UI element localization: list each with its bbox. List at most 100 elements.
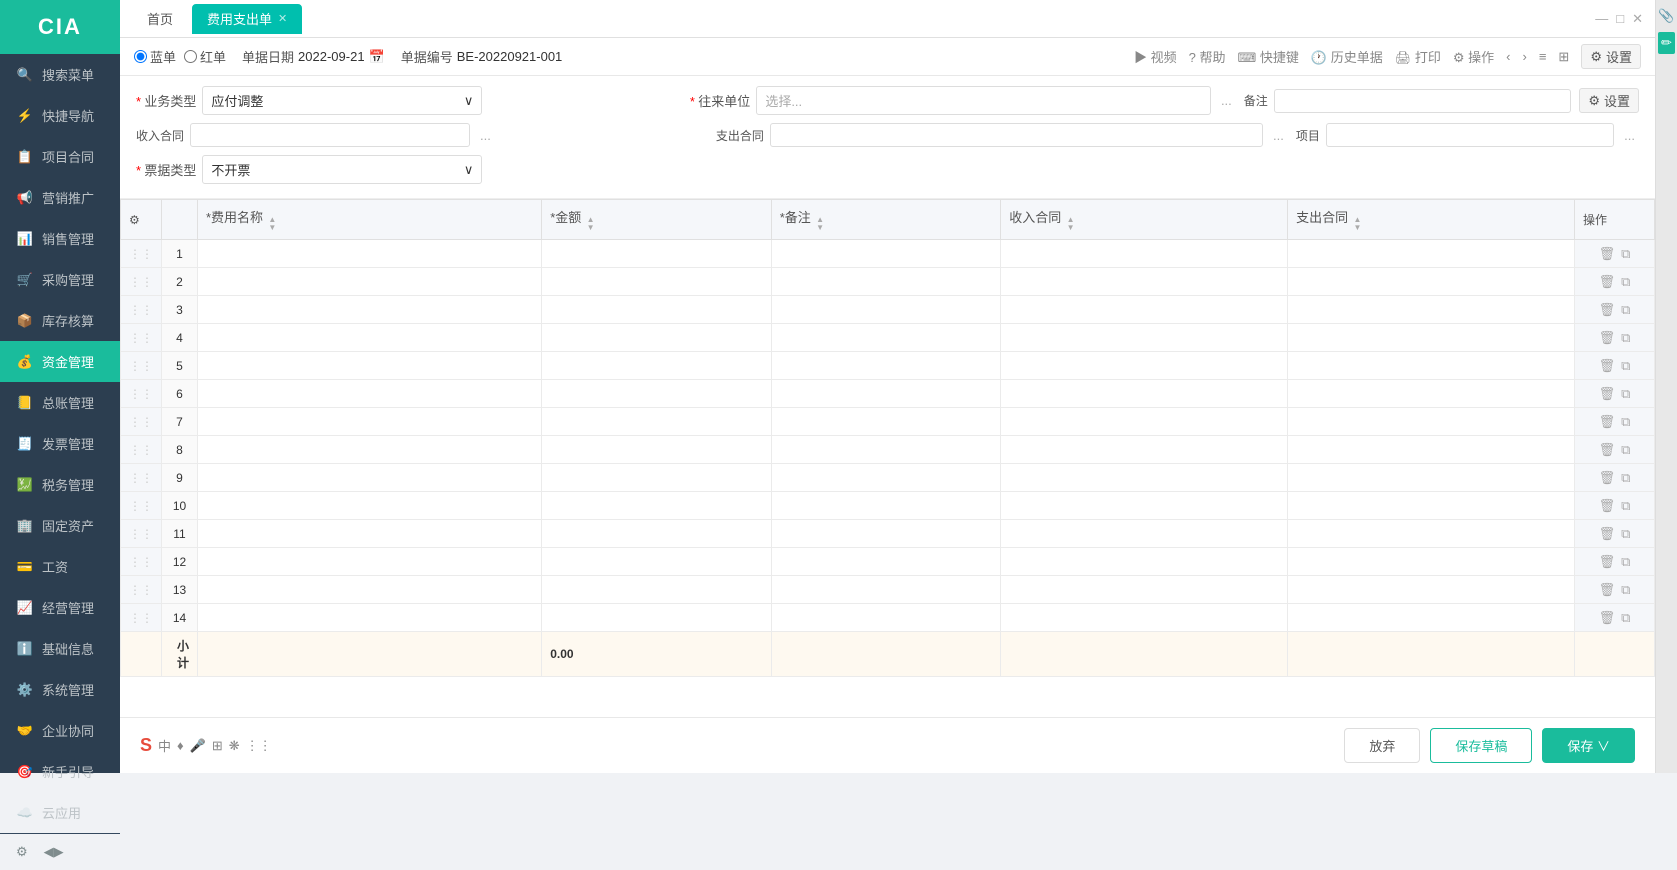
row-delete-14[interactable]: 🗑 (1599, 610, 1616, 626)
prev-btn[interactable]: ‹ (1506, 49, 1510, 64)
row-delete-9[interactable]: 🗑 (1599, 470, 1616, 486)
radio-blue-input[interactable] (134, 50, 147, 63)
row-expense-10[interactable] (1288, 492, 1575, 520)
row-drag-5[interactable]: ⋮⋮ (121, 352, 162, 380)
row-note-8[interactable] (771, 436, 1001, 464)
th-name[interactable]: *费用名称 ▲▼ (198, 200, 542, 240)
sidebar-item-总账管理[interactable]: 📒总账管理 (0, 382, 120, 423)
row-income-9[interactable] (1001, 464, 1288, 492)
row-delete-6[interactable]: 🗑 (1599, 386, 1616, 402)
window-minimize[interactable]: — (1595, 11, 1608, 27)
row-expense-11[interactable] (1288, 520, 1575, 548)
th-expense[interactable]: 支出合同 ▲▼ (1288, 200, 1575, 240)
row-delete-3[interactable]: 🗑 (1599, 302, 1616, 318)
row-income-7[interactable] (1001, 408, 1288, 436)
row-income-10[interactable] (1001, 492, 1288, 520)
sort-name-icon[interactable]: ▲▼ (268, 216, 276, 232)
print-btn[interactable]: 🖨 打印 (1395, 47, 1441, 66)
save-draft-button[interactable]: 保存草稿 (1430, 728, 1532, 763)
row-drag-4[interactable]: ⋮⋮ (121, 324, 162, 352)
sidebar-item-资金管理[interactable]: 💰资金管理 (0, 341, 120, 382)
row-expense-7[interactable] (1288, 408, 1575, 436)
row-income-2[interactable] (1001, 268, 1288, 296)
row-drag-1[interactable]: ⋮⋮ (121, 240, 162, 268)
row-expense-2[interactable] (1288, 268, 1575, 296)
row-delete-2[interactable]: 🗑 (1599, 274, 1616, 290)
tab-expense[interactable]: 费用支出单 ✕ (192, 4, 302, 34)
row-drag-9[interactable]: ⋮⋮ (121, 464, 162, 492)
sidebar-item-搜索菜单[interactable]: 🔍搜索菜单 (0, 54, 120, 95)
row-delete-1[interactable]: 🗑 (1599, 246, 1616, 262)
sidebar-item-企业协同[interactable]: 🤝企业协同 (0, 710, 120, 751)
row-copy-14[interactable]: ⧉ (1621, 610, 1630, 626)
row-name-12[interactable] (198, 548, 542, 576)
sidebar-item-发票管理[interactable]: 🧾发票管理 (0, 423, 120, 464)
row-amount-5[interactable] (542, 352, 772, 380)
row-name-14[interactable] (198, 604, 542, 632)
row-amount-12[interactable] (542, 548, 772, 576)
sidebar-item-基础信息[interactable]: ℹ️基础信息 (0, 628, 120, 669)
save-button[interactable]: 保存 ∨ (1542, 728, 1635, 763)
row-name-13[interactable] (198, 576, 542, 604)
th-income[interactable]: 收入合同 ▲▼ (1001, 200, 1288, 240)
row-note-6[interactable] (771, 380, 1001, 408)
row-expense-8[interactable] (1288, 436, 1575, 464)
row-copy-7[interactable]: ⧉ (1621, 414, 1630, 430)
row-copy-13[interactable]: ⧉ (1621, 582, 1630, 598)
row-drag-11[interactable]: ⋮⋮ (121, 520, 162, 548)
row-amount-2[interactable] (542, 268, 772, 296)
row-income-4[interactable] (1001, 324, 1288, 352)
row-name-8[interactable] (198, 436, 542, 464)
row-note-2[interactable] (771, 268, 1001, 296)
note-input[interactable] (1274, 89, 1572, 113)
row-amount-14[interactable] (542, 604, 772, 632)
sidebar-item-固定资产[interactable]: 🏢固定资产 (0, 505, 120, 546)
th-icon[interactable]: ⚙ (121, 200, 162, 240)
sidebar-item-采购管理[interactable]: 🛒采购管理 (0, 259, 120, 300)
row-drag-6[interactable]: ⋮⋮ (121, 380, 162, 408)
partner-select[interactable]: 选择... (756, 86, 1211, 115)
row-name-4[interactable] (198, 324, 542, 352)
row-note-12[interactable] (771, 548, 1001, 576)
date-value[interactable]: 2022-09-21 (298, 49, 365, 64)
tab-home[interactable]: 首页 (132, 4, 188, 34)
sidebar-item-云应用[interactable]: ☁️云应用 (0, 792, 120, 833)
right-setting-btn[interactable]: ⚙ 设置 (1579, 88, 1639, 113)
row-drag-14[interactable]: ⋮⋮ (121, 604, 162, 632)
row-amount-11[interactable] (542, 520, 772, 548)
expense-contract-more[interactable]: ... (1269, 128, 1288, 143)
row-expense-14[interactable] (1288, 604, 1575, 632)
row-expense-6[interactable] (1288, 380, 1575, 408)
row-name-5[interactable] (198, 352, 542, 380)
row-note-5[interactable] (771, 352, 1001, 380)
row-copy-3[interactable]: ⧉ (1621, 302, 1630, 318)
row-income-11[interactable] (1001, 520, 1288, 548)
shortcuts-btn[interactable]: ⌨ 快捷键 (1237, 47, 1298, 66)
row-note-13[interactable] (771, 576, 1001, 604)
partner-more-btn[interactable]: ... (1217, 93, 1236, 108)
row-amount-6[interactable] (542, 380, 772, 408)
next-btn[interactable]: › (1522, 49, 1526, 64)
bill-type-select[interactable]: 不开票 ∨ (202, 155, 482, 184)
row-note-1[interactable] (771, 240, 1001, 268)
row-income-8[interactable] (1001, 436, 1288, 464)
sidebar-item-库存核算[interactable]: 📦库存核算 (0, 300, 120, 341)
edge-attachment-icon[interactable]: 📎 (1658, 8, 1674, 24)
row-name-10[interactable] (198, 492, 542, 520)
row-drag-13[interactable]: ⋮⋮ (121, 576, 162, 604)
row-income-13[interactable] (1001, 576, 1288, 604)
setting-button[interactable]: ⚙ 设置 (1581, 44, 1641, 69)
row-expense-4[interactable] (1288, 324, 1575, 352)
income-contract-more[interactable]: ... (476, 128, 495, 143)
settings-icon[interactable]: ⚙ (16, 844, 28, 860)
row-amount-10[interactable] (542, 492, 772, 520)
radio-red[interactable]: 红单 (184, 47, 226, 66)
row-expense-13[interactable] (1288, 576, 1575, 604)
sidebar-item-销售管理[interactable]: 📊销售管理 (0, 218, 120, 259)
row-drag-10[interactable]: ⋮⋮ (121, 492, 162, 520)
sort-note-icon[interactable]: ▲▼ (816, 216, 824, 232)
grid-view-btn[interactable]: ⊞ (1558, 49, 1569, 65)
row-name-1[interactable] (198, 240, 542, 268)
row-delete-8[interactable]: 🗑 (1599, 442, 1616, 458)
row-amount-7[interactable] (542, 408, 772, 436)
